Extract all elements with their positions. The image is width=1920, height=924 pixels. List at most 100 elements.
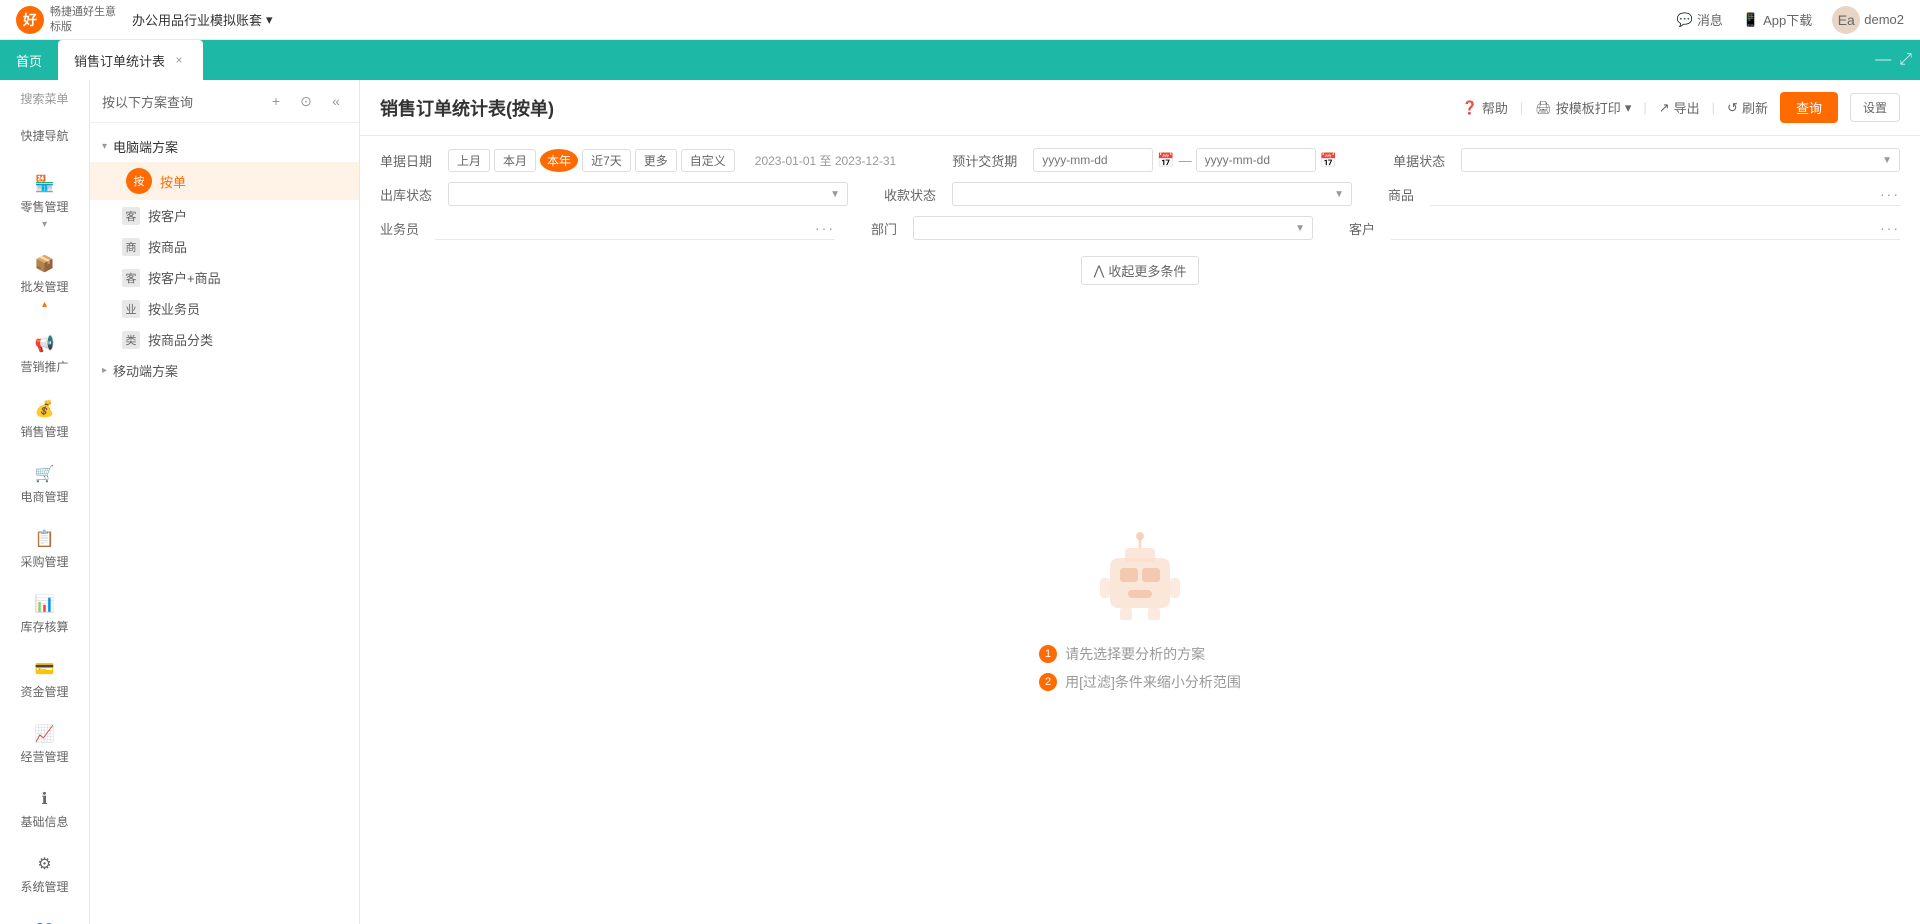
app-download-button[interactable]: 📱 App下载 bbox=[1743, 10, 1812, 29]
sidebar-item-wholesale[interactable]: 📦 批发管理 ▴ bbox=[0, 242, 89, 322]
tree-parent-mobile[interactable]: ▸ 移动端方案 bbox=[90, 355, 359, 386]
expected-delivery-end[interactable] bbox=[1196, 148, 1316, 172]
date-btn-last-7-days[interactable]: 近7天 bbox=[582, 149, 631, 172]
customer-more-button[interactable]: ··· bbox=[1880, 220, 1900, 236]
date-buttons: 上月 本月 本年 近7天 更多 自定义 bbox=[448, 149, 735, 172]
empty-state: 1 请先选择要分析的方案 2 用[过滤]条件来缩小分析范围 bbox=[360, 295, 1920, 924]
salesperson-more-button[interactable]: ··· bbox=[815, 220, 835, 236]
tab-close-button[interactable]: × bbox=[171, 52, 187, 68]
by-order-icon: 按 bbox=[126, 168, 152, 194]
sidebar-item-enterprise[interactable]: 👥 企业协同 bbox=[0, 907, 89, 924]
logo-icon: 好 bbox=[16, 6, 44, 34]
date-range-text: 2023-01-01 至 2023-12-31 bbox=[755, 152, 896, 169]
operations-icon: 📈 bbox=[35, 724, 55, 744]
query-button[interactable]: 查询 bbox=[1780, 92, 1838, 123]
date-btn-more[interactable]: 更多 bbox=[635, 149, 677, 172]
date-btn-this-month[interactable]: 本月 bbox=[494, 149, 536, 172]
collapse-section: ⋀ 收起更多条件 bbox=[360, 252, 1920, 295]
date-btn-this-year[interactable]: 本年 bbox=[540, 149, 578, 172]
tab-sales-order-stats[interactable]: 销售订单统计表 × bbox=[58, 40, 203, 80]
by-customer-label: 按客户 bbox=[148, 206, 187, 225]
sidebar-item-system[interactable]: ⚙ 系统管理 bbox=[0, 842, 89, 907]
status-select[interactable] bbox=[1461, 148, 1900, 172]
salesperson-label: 业务员 bbox=[380, 219, 419, 238]
expected-delivery-date-input: 📅 — 📅 bbox=[1033, 148, 1337, 172]
tip-2-num: 2 bbox=[1039, 673, 1057, 691]
goods-more-button[interactable]: ··· bbox=[1880, 186, 1900, 202]
by-customer-goods-label: 按客户+商品 bbox=[148, 268, 221, 287]
sidebar-item-finance[interactable]: 💳 资金管理 bbox=[0, 647, 89, 712]
main-layout: 搜索菜单 快捷导航 🏪 零售管理 ▾ 📦 批发管理 ▴ 📢 营销推广 💰 销售管… bbox=[0, 80, 1920, 924]
app-selector[interactable]: 办公用品行业模拟账套 ▾ bbox=[124, 6, 281, 33]
sidebar-item-ecommerce[interactable]: 🛒 电商管理 bbox=[0, 452, 89, 517]
tab-minimize-button[interactable]: — bbox=[1875, 51, 1891, 69]
payment-label: 收款状态 bbox=[884, 185, 936, 204]
date-btn-custom[interactable]: 自定义 bbox=[681, 149, 735, 172]
sidebar-search-menu[interactable]: 搜索菜单 bbox=[0, 80, 89, 117]
top-bar: 好 畅捷通好生意 标版 办公用品行业模拟账套 ▾ 💬 消息 📱 App下载 Ea… bbox=[0, 0, 1920, 40]
collapse-panel-button[interactable]: « bbox=[325, 90, 347, 112]
tip-1-num: 1 bbox=[1039, 645, 1057, 663]
tree-child-by-customer-goods[interactable]: 客 按客户+商品 bbox=[90, 262, 359, 293]
collapse-button[interactable]: ⋀ 收起更多条件 bbox=[1081, 256, 1200, 285]
page-header: 销售订单统计表(按单) ❓ 帮助 | 🖨 按模板打印 ▾ | ↗ bbox=[360, 80, 1920, 136]
salesperson-input[interactable] bbox=[435, 217, 815, 239]
tree-parent-pc[interactable]: ▾ 电脑端方案 bbox=[90, 131, 359, 162]
department-select[interactable] bbox=[913, 216, 1313, 240]
refresh-button[interactable]: ↺ 刷新 bbox=[1727, 98, 1768, 117]
expected-delivery-start[interactable] bbox=[1033, 148, 1153, 172]
logo-area: 好 畅捷通好生意 标版 bbox=[16, 5, 116, 34]
sidebar-item-sales[interactable]: 💰 销售管理 bbox=[0, 387, 89, 452]
sidebar-item-retail[interactable]: 🏪 零售管理 ▾ bbox=[0, 162, 89, 242]
sidebar-item-inventory[interactable]: 📊 库存核算 bbox=[0, 582, 89, 647]
tree-child-by-customer[interactable]: 客 按客户 bbox=[90, 200, 359, 231]
user-name: demo2 bbox=[1864, 12, 1904, 27]
inventory-icon: 📊 bbox=[35, 594, 55, 614]
tree-child-by-category[interactable]: 类 按商品分类 bbox=[90, 324, 359, 355]
print-dropdown-icon: ▾ bbox=[1625, 100, 1632, 116]
marketing-icon: 📢 bbox=[35, 334, 55, 354]
export-button[interactable]: ↗ 导出 bbox=[1659, 98, 1700, 117]
left-panel-header: 按以下方案查询 + ⊙ « bbox=[90, 80, 359, 123]
ecommerce-icon: 🛒 bbox=[35, 464, 55, 484]
purchase-icon: 📋 bbox=[35, 529, 55, 549]
tree-child-by-goods[interactable]: 商 按商品 bbox=[90, 231, 359, 262]
shipment-select-wrapper bbox=[448, 182, 848, 206]
dropdown-icon: ▾ bbox=[266, 12, 273, 28]
user-area[interactable]: Ea demo2 bbox=[1832, 6, 1904, 34]
help-button[interactable]: ❓ 帮助 bbox=[1462, 98, 1508, 117]
add-scheme-button[interactable]: + bbox=[265, 90, 287, 112]
message-button[interactable]: 💬 消息 bbox=[1677, 10, 1723, 29]
calendar-icon-1[interactable]: 📅 bbox=[1157, 152, 1174, 169]
page-title: 销售订单统计表(按单) bbox=[380, 95, 554, 121]
sales-icon: 💰 bbox=[35, 399, 55, 419]
settings-button[interactable]: 设置 bbox=[1850, 93, 1900, 122]
goods-input[interactable] bbox=[1430, 183, 1880, 205]
tab-home[interactable]: 首页 bbox=[0, 40, 58, 80]
help-icon: ❓ bbox=[1462, 100, 1478, 116]
template-print-button[interactable]: 🖨 按模板打印 ▾ bbox=[1535, 98, 1631, 117]
system-icon: ⚙ bbox=[37, 854, 51, 874]
right-main: 销售订单统计表(按单) ❓ 帮助 | 🖨 按模板打印 ▾ | ↗ bbox=[360, 80, 1920, 924]
sidebar-item-basic-info[interactable]: ℹ 基础信息 bbox=[0, 777, 89, 842]
customer-input[interactable] bbox=[1391, 217, 1880, 239]
payment-select[interactable] bbox=[952, 182, 1352, 206]
tree-child-by-order[interactable]: 按 按单 bbox=[90, 162, 359, 200]
by-customer-goods-icon: 客 bbox=[122, 269, 140, 287]
date-btn-last-month[interactable]: 上月 bbox=[448, 149, 490, 172]
retail-icon: 🏪 bbox=[35, 174, 55, 194]
status-select-wrapper bbox=[1461, 148, 1900, 172]
calendar-icon-2[interactable]: 📅 bbox=[1320, 152, 1337, 169]
logo-text: 畅捷通好生意 标版 bbox=[50, 5, 116, 34]
sidebar-quick-nav[interactable]: 快捷导航 bbox=[0, 117, 89, 154]
tab-maximize-button[interactable]: ⤢ bbox=[1899, 51, 1912, 69]
shipment-select[interactable] bbox=[448, 182, 848, 206]
sidebar-item-operations[interactable]: 📈 经营管理 bbox=[0, 712, 89, 777]
sidebar-item-marketing[interactable]: 📢 营销推广 bbox=[0, 322, 89, 387]
by-order-label: 按单 bbox=[160, 172, 186, 191]
scheme-settings-button[interactable]: ⊙ bbox=[295, 90, 317, 112]
tree-child-by-salesperson[interactable]: 业 按业务员 bbox=[90, 293, 359, 324]
empty-tips: 1 请先选择要分析的方案 2 用[过滤]条件来缩小分析范围 bbox=[1039, 644, 1241, 692]
filter-area: 单据日期 上月 本月 本年 近7天 更多 自定义 2023-01-01 至 20… bbox=[360, 136, 1920, 252]
sidebar-item-purchase[interactable]: 📋 采购管理 bbox=[0, 517, 89, 582]
